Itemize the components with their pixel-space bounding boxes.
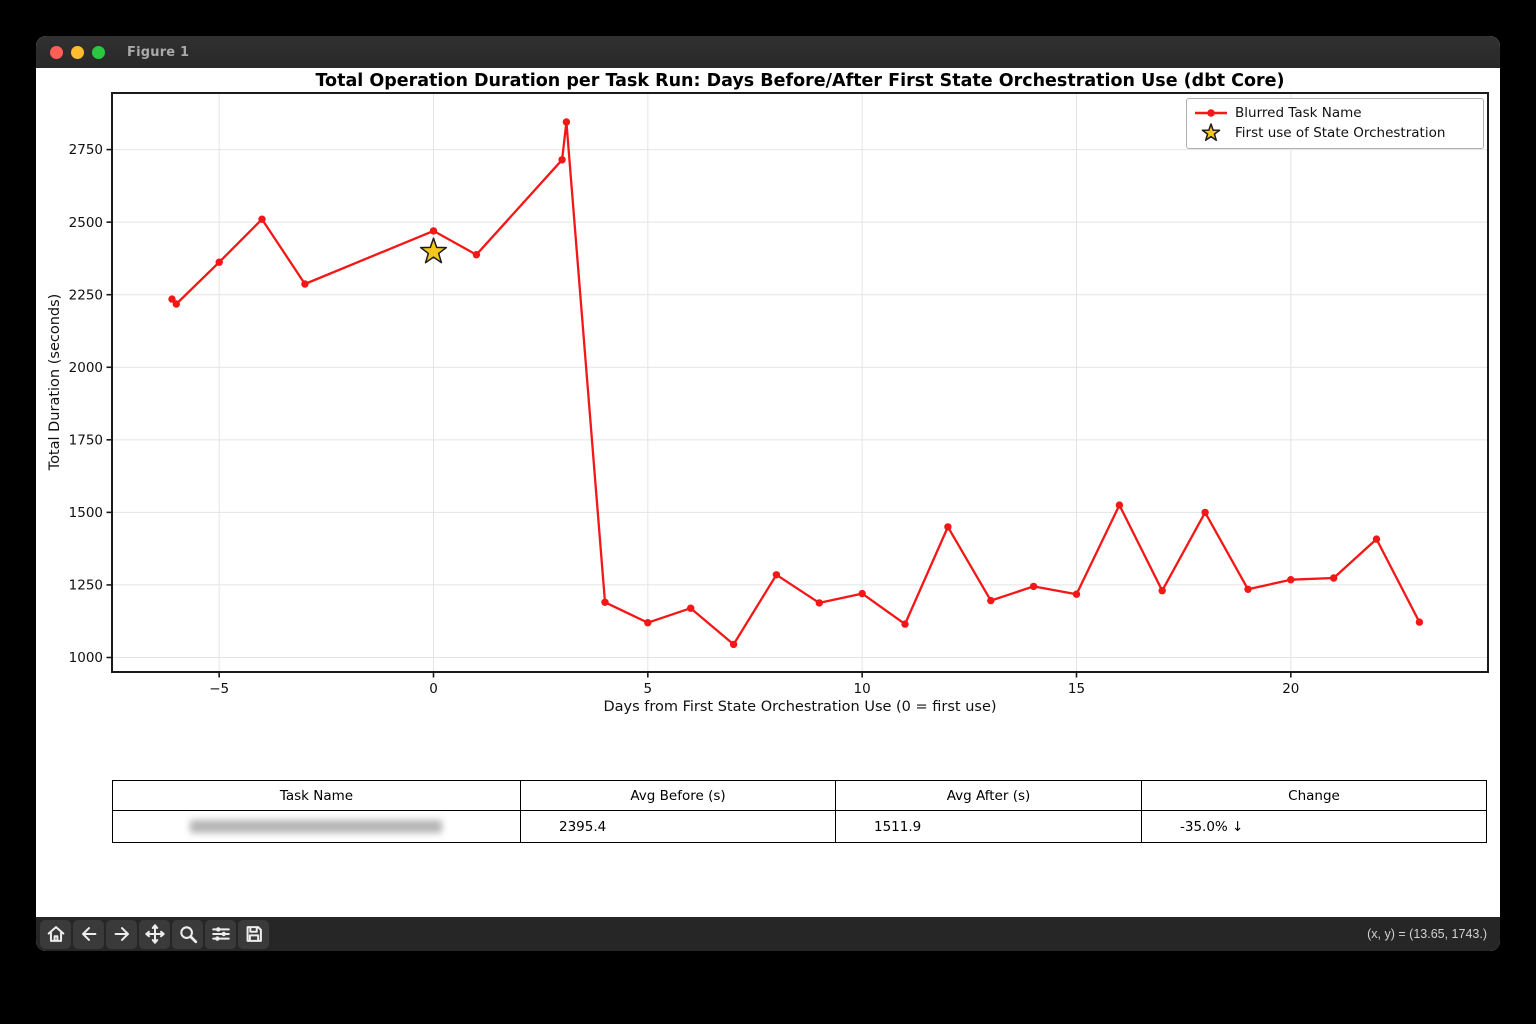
svg-text:1750: 1750	[69, 432, 103, 448]
figure-canvas[interactable]: Total Operation Duration per Task Run: D…	[36, 68, 1500, 917]
navigation-toolbar: (x, y) = (13.65, 1743.)	[36, 917, 1500, 951]
forward-arrow-icon	[114, 927, 129, 941]
cell-change: -35.0% ↓	[1141, 810, 1487, 843]
header-task-name: Task Name	[112, 780, 521, 811]
header-avg-before: Avg Before (s)	[520, 780, 836, 811]
svg-text:10: 10	[854, 681, 871, 697]
svg-text:5: 5	[644, 681, 653, 697]
zoom-button[interactable]	[172, 919, 203, 949]
legend-item-series: Blurred Task Name	[1193, 103, 1475, 123]
magnifier-icon	[179, 926, 197, 944]
home-icon	[47, 926, 64, 942]
title-bar[interactable]: Figure 1	[36, 36, 1500, 68]
save-button[interactable]	[238, 919, 269, 949]
svg-text:2500: 2500	[69, 215, 103, 231]
svg-text:1250: 1250	[69, 578, 103, 594]
cell-task-name-redacted	[112, 810, 521, 843]
pan-arrows-icon	[144, 924, 165, 944]
back-arrow-icon	[81, 927, 96, 941]
svg-text:20: 20	[1282, 681, 1299, 697]
svg-text:2000: 2000	[69, 360, 103, 376]
svg-text:2250: 2250	[69, 287, 103, 303]
svg-text:15: 15	[1068, 681, 1085, 697]
legend-label: First use of State Orchestration	[1235, 125, 1446, 141]
cursor-coordinates: (x, y) = (13.65, 1743.)	[1367, 927, 1487, 941]
close-button[interactable]	[50, 45, 63, 59]
svg-text:2750: 2750	[69, 142, 103, 158]
minimize-button[interactable]	[71, 45, 84, 59]
svg-text:1000: 1000	[69, 650, 103, 666]
header-change: Change	[1141, 780, 1487, 811]
table-row: 2395.4 1511.9 -35.0% ↓	[112, 810, 1487, 843]
header-avg-after: Avg After (s)	[835, 780, 1142, 811]
forward-button[interactable]	[106, 919, 137, 949]
legend-label: Blurred Task Name	[1235, 105, 1362, 121]
blurred-task-name	[190, 820, 442, 833]
svg-text:0: 0	[429, 681, 438, 697]
fullscreen-button[interactable]	[92, 45, 105, 59]
summary-table: Task Name Avg Before (s) Avg After (s) C…	[112, 780, 1487, 843]
pan-button[interactable]	[139, 919, 170, 949]
svg-text:−5: −5	[209, 681, 229, 697]
sliders-icon	[211, 927, 230, 941]
window-title: Figure 1	[127, 44, 190, 60]
home-button[interactable]	[40, 919, 71, 949]
save-floppy-icon	[246, 926, 262, 942]
legend: Blurred Task Name First use of State Orc…	[1186, 98, 1484, 149]
svg-text:1500: 1500	[69, 505, 103, 521]
cell-avg-after: 1511.9	[835, 810, 1142, 843]
configure-subplots-button[interactable]	[205, 919, 236, 949]
star-marker-icon	[1193, 122, 1229, 144]
y-axis-label: Total Duration (seconds)	[47, 293, 63, 471]
legend-item-star: First use of State Orchestration	[1193, 123, 1475, 143]
figure-window: Figure 1 Total Operation Duration per Ta…	[36, 36, 1500, 951]
table-header-row: Task Name Avg Before (s) Avg After (s) C…	[112, 780, 1487, 811]
x-axis-label: Days from First State Orchestration Use …	[603, 699, 997, 715]
plot-area[interactable]: −5 0 5 10 15 20 1000 1250 1500 1750 2000 2250 2500 27…	[36, 68, 1500, 768]
line-dot-marker-icon	[1193, 106, 1229, 120]
back-button[interactable]	[73, 919, 104, 949]
cell-avg-before: 2395.4	[520, 810, 836, 843]
